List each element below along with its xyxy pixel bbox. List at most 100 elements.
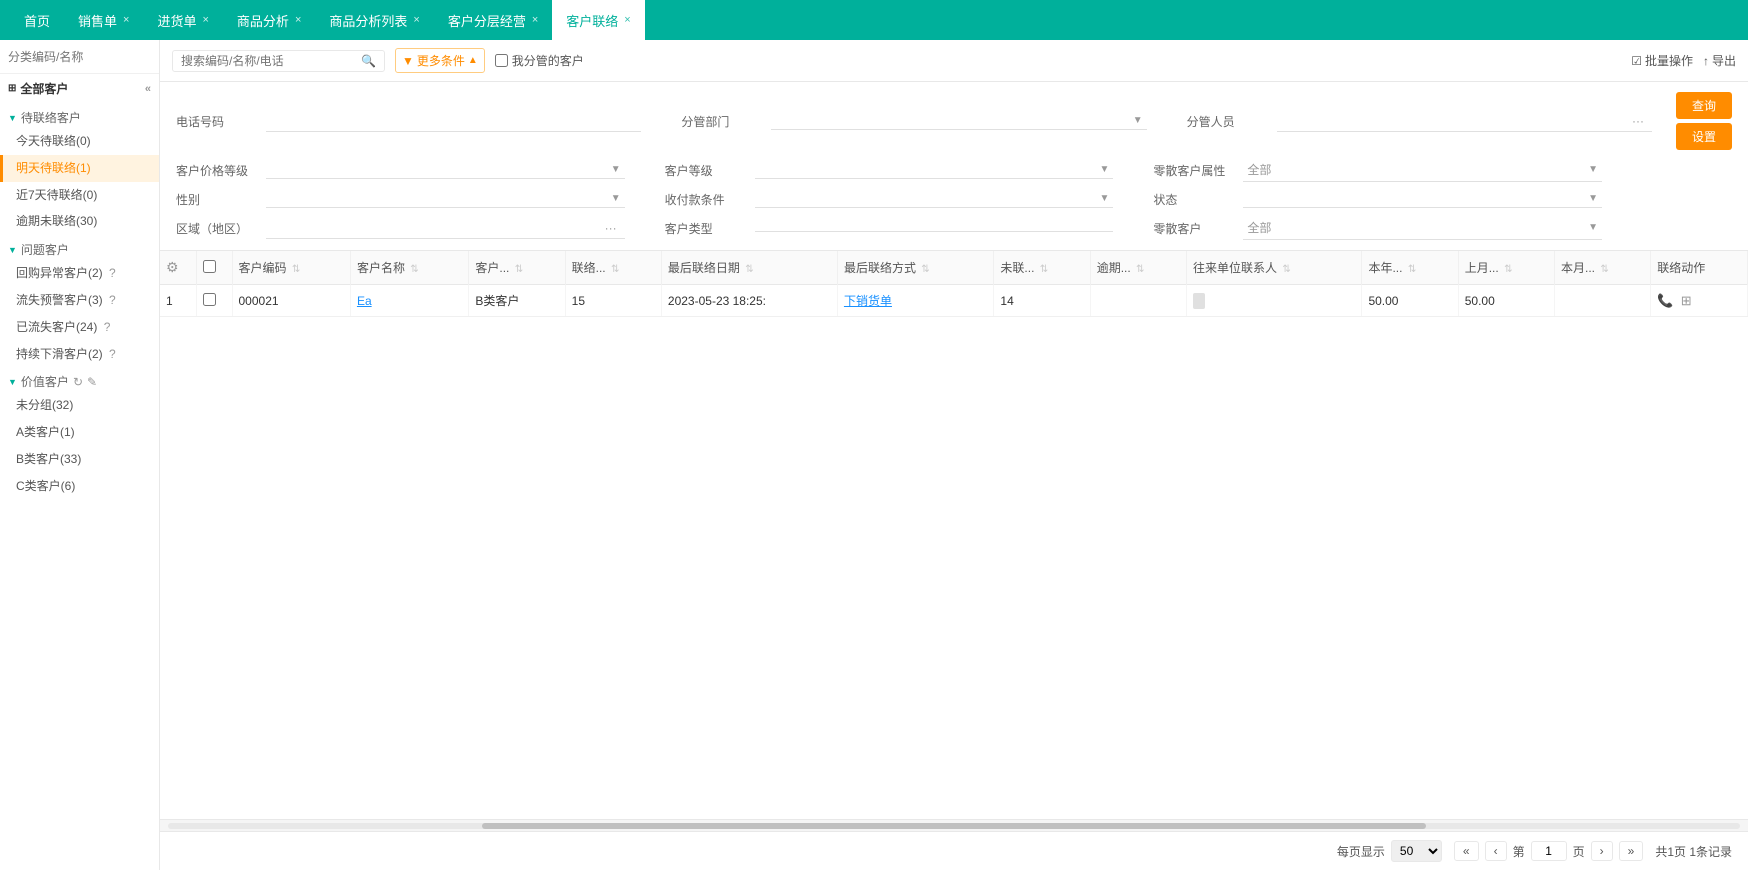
sidebar-item-declining[interactable]: 持续下滑客户(2) ? [0, 341, 159, 368]
column-settings-icon[interactable]: ⚙ [166, 259, 179, 275]
more-action-icon[interactable]: ⊞ [1681, 293, 1692, 308]
next-page-button[interactable]: › [1591, 841, 1613, 861]
nav-home[interactable]: 首页 [10, 0, 64, 40]
edit-value-group-icon[interactable]: ✎ [87, 375, 97, 389]
sidebar-item-class-b[interactable]: B类客户(33) [0, 446, 159, 473]
col-this-month[interactable]: 本月... ⇅ [1554, 251, 1650, 285]
contact-method-link[interactable]: 下销货单 [844, 294, 892, 308]
grid-icon: ⊞ [8, 83, 16, 94]
sidebar-item-churned[interactable]: 已流失客户(24) ? [0, 314, 159, 341]
first-page-button[interactable]: « [1454, 841, 1479, 861]
filter-panel: 电话号码 分管部门 ▼ 分管人员 ··· [160, 82, 1748, 251]
sidebar-item-today-pending[interactable]: 今天待联络(0) [0, 128, 159, 155]
sidebar-item-ungrouped[interactable]: 未分组(32) [0, 392, 159, 419]
customer-level-chevron-icon: ▼ [1099, 164, 1109, 175]
price-level-label: 客户价格等级 [176, 162, 266, 179]
top-navigation: 首页 销售单 × 进货单 × 商品分析 × 商品分析列表 × 客户分层经营 × … [0, 0, 1748, 40]
per-page-select[interactable]: 102050100 [1391, 840, 1442, 862]
page-number-input[interactable] [1531, 841, 1567, 861]
status-select[interactable]: ▼ [1243, 190, 1602, 208]
filter-row-2: 客户价格等级 ▼ 客户等级 ▼ 零散客户属性 [176, 158, 1732, 182]
select-all-checkbox[interactable] [203, 260, 216, 273]
nav-tab-sales[interactable]: 销售单 × [64, 0, 143, 40]
close-analysis-tab-icon[interactable]: × [295, 14, 301, 26]
last-page-button[interactable]: » [1619, 841, 1644, 861]
sidebar-item-all-customers[interactable]: ⊞ 全部客户 « [0, 74, 159, 103]
col-customer-name[interactable]: 客户名称 ⇅ [350, 251, 468, 285]
retail-customer-select[interactable]: 全部 ▼ [1243, 216, 1602, 240]
row-contact-count: 15 [565, 285, 661, 317]
filter-manager: 分管人员 ··· [1187, 111, 1652, 132]
col-unit-contact[interactable]: 往来单位联系人 ⇅ [1186, 251, 1362, 285]
scrollbar-thumb[interactable] [482, 823, 1425, 829]
col-last-contact-date[interactable]: 最后联络日期 ⇅ [661, 251, 837, 285]
sidebar-item-class-c[interactable]: C类客户(6) [0, 473, 159, 500]
payment-chevron-icon: ▼ [1099, 193, 1109, 204]
col-customer-code[interactable]: 客户编码 ⇅ [232, 251, 350, 285]
region-more-icon[interactable]: ··· [601, 221, 621, 235]
row-type: B类客户 [469, 285, 565, 317]
nav-tab-customer-tier[interactable]: 客户分层经营 × [434, 0, 552, 40]
nav-tab-purchase[interactable]: 进货单 × [143, 0, 222, 40]
refresh-icon[interactable]: ↻ [73, 375, 83, 389]
price-level-select[interactable]: ▼ [266, 161, 625, 179]
sidebar-item-7days-pending[interactable]: 近7天待联络(0) [0, 182, 159, 209]
query-button[interactable]: 查询 [1676, 92, 1732, 119]
sidebar-item-tomorrow-pending[interactable]: 明天待联络(1) [0, 155, 159, 182]
close-sales-tab-icon[interactable]: × [123, 14, 129, 26]
status-chevron-icon: ▼ [1588, 193, 1598, 204]
search-submit-icon[interactable]: 🔍 [361, 54, 376, 68]
more-filter-button[interactable]: ▼ 更多条件 ▲ [395, 48, 485, 73]
filter-retail-attr: 零散客户属性 全部 ▼ [1153, 158, 1602, 182]
row-code: 000021 [232, 285, 350, 317]
col-last-month[interactable]: 上月... ⇅ [1458, 251, 1554, 285]
close-customer-contact-tab-icon[interactable]: × [624, 14, 630, 26]
sidebar-item-class-a[interactable]: A类客户(1) [0, 419, 159, 446]
sidebar-item-churn-warning[interactable]: 流失预警客户(3) ? [0, 287, 159, 314]
row-select-checkbox[interactable] [203, 293, 216, 306]
region-select[interactable]: ··· [266, 218, 625, 239]
horizontal-scrollbar[interactable] [160, 819, 1748, 831]
col-contact-count[interactable]: 联络... ⇅ [565, 251, 661, 285]
dept-chevron-icon: ▼ [1133, 115, 1143, 126]
customer-level-select[interactable]: ▼ [755, 161, 1114, 179]
filter-region: 区域（地区） ··· [176, 218, 625, 239]
col-overdue[interactable]: 逾期... ⇅ [1090, 251, 1186, 285]
batch-operation-button[interactable]: ☑ 批量操作 [1631, 52, 1693, 69]
filter-status: 状态 ▼ [1153, 190, 1602, 208]
info-icon-0: ? [109, 266, 116, 280]
sidebar-item-overdue-contact[interactable]: 逾期未联络(30) [0, 208, 159, 235]
status-label: 状态 [1153, 191, 1243, 208]
dept-select[interactable]: ▼ [771, 112, 1146, 130]
manager-more-icon[interactable]: ··· [1628, 114, 1648, 128]
close-analysis-list-tab-icon[interactable]: × [413, 14, 419, 26]
reset-button[interactable]: 设置 [1676, 123, 1732, 150]
search-input[interactable] [181, 54, 361, 68]
payment-select[interactable]: ▼ [755, 190, 1114, 208]
nav-tab-analysis[interactable]: 商品分析 × [223, 0, 315, 40]
nav-tab-analysis-list[interactable]: 商品分析列表 × [315, 0, 433, 40]
col-last-contact-method[interactable]: 最后联络方式 ⇅ [837, 251, 993, 285]
close-purchase-tab-icon[interactable]: × [202, 14, 208, 26]
filter-dept: 分管部门 ▼ [681, 112, 1146, 130]
row-name[interactable]: Ea [350, 285, 468, 317]
retail-attr-select[interactable]: 全部 ▼ [1243, 158, 1602, 182]
prev-page-button[interactable]: ‹ [1485, 841, 1507, 861]
row-last-method[interactable]: 下销货单 [837, 285, 993, 317]
my-customers-checkbox[interactable] [495, 54, 508, 67]
call-action-icon[interactable]: 📞 [1657, 293, 1673, 308]
gender-select[interactable]: ▼ [266, 190, 625, 208]
phone-input[interactable] [266, 111, 641, 132]
nav-tab-customer-contact[interactable]: 客户联络 × [552, 0, 644, 40]
col-customer-type[interactable]: 客户... ⇅ [469, 251, 565, 285]
customer-type-select[interactable] [755, 225, 1114, 232]
export-button[interactable]: ↑ 导出 [1703, 52, 1736, 69]
close-customer-tier-tab-icon[interactable]: × [532, 14, 538, 26]
sidebar-item-abnormal-repurchase[interactable]: 回购异常客户(2) ? [0, 260, 159, 287]
manager-select[interactable]: ··· [1277, 111, 1652, 132]
customer-name-link[interactable]: Ea [357, 294, 372, 308]
col-this-year[interactable]: 本年... ⇅ [1362, 251, 1458, 285]
col-uncontacted[interactable]: 未联... ⇅ [994, 251, 1090, 285]
sidebar-search-input[interactable] [8, 50, 160, 64]
sort-icon-name: ⇅ [410, 264, 418, 275]
